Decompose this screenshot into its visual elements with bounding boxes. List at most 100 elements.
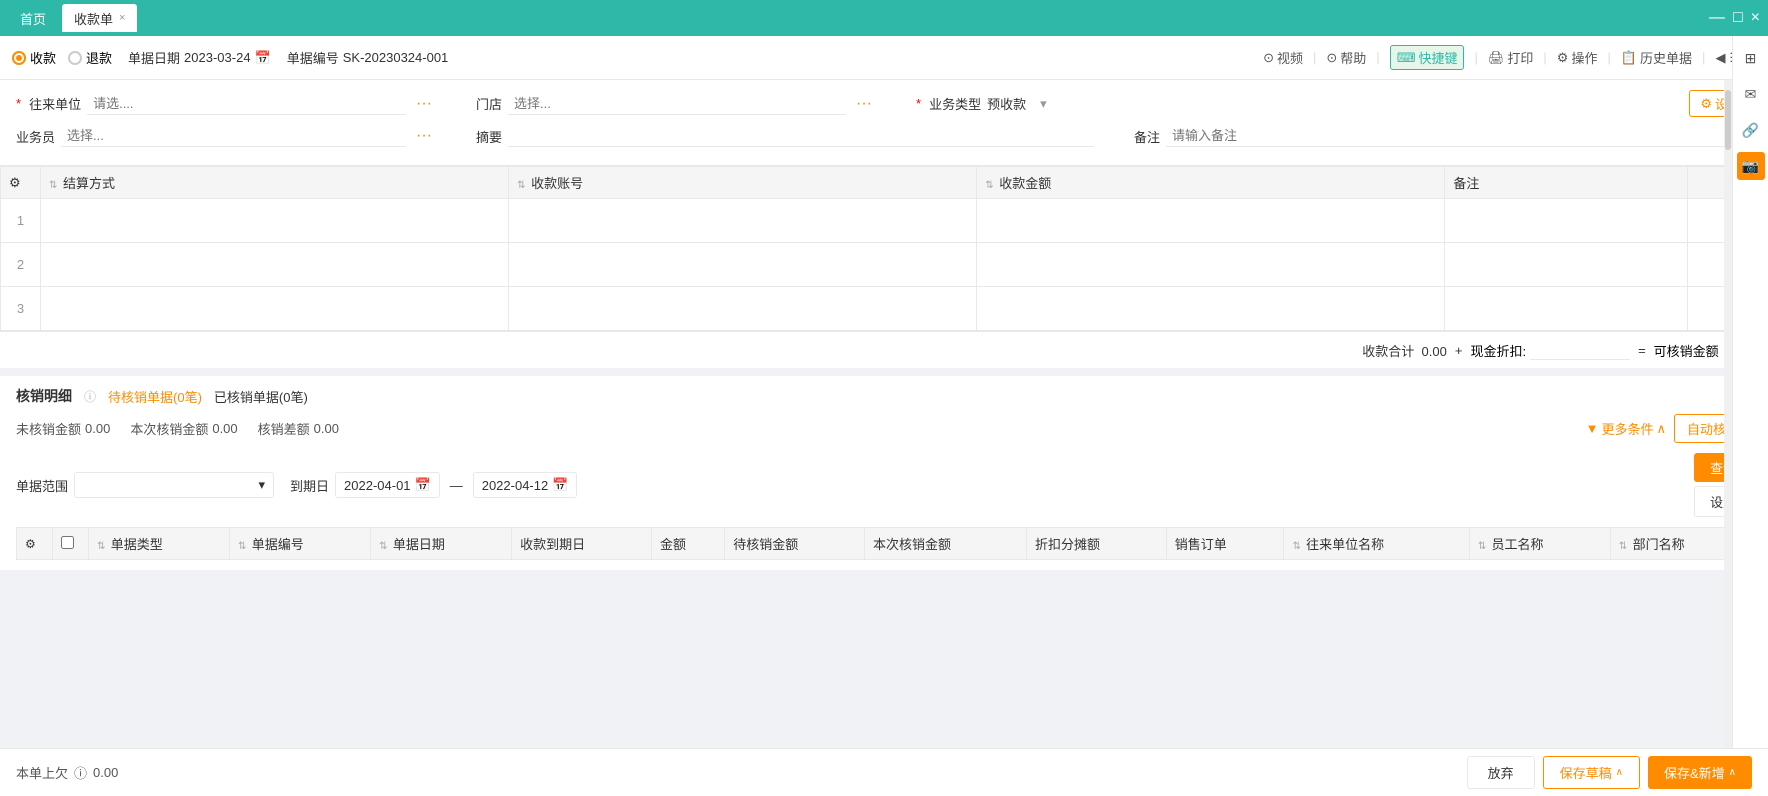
completed-link[interactable]: 已核销单据(0笔) — [214, 387, 308, 406]
history-icon: 📋 — [1621, 50, 1637, 66]
counterpart-field: * 往来单位 ··· — [16, 93, 436, 115]
sort-icon-2[interactable]: ⇅ — [517, 180, 525, 191]
discount-input[interactable] — [1530, 340, 1630, 360]
business-type-dropdown-icon[interactable]: ▾ — [1040, 96, 1047, 112]
sidebar-table-icon[interactable]: ⊞ — [1737, 44, 1765, 72]
row2-settlement[interactable] — [41, 243, 509, 287]
date-from-input[interactable]: 2022-04-01 📅 — [335, 472, 440, 498]
row3-amount[interactable] — [977, 287, 1445, 331]
store-input[interactable] — [508, 93, 846, 115]
refund-radio[interactable]: 退款 — [68, 48, 112, 67]
close-button[interactable]: × — [1751, 9, 1760, 27]
sidebar-camera-icon[interactable]: 📷 — [1737, 152, 1765, 180]
minimize-button[interactable]: — — [1709, 9, 1725, 27]
unchecked-amount-stat: 未核销金额 0.00 — [16, 419, 110, 438]
save-draft-button[interactable]: 保存草稿 ∧ — [1543, 756, 1640, 789]
salesperson-input[interactable] — [61, 125, 406, 147]
writeoff-header: 核销明细 ⓘ 待核销单据(0笔) 已核销单据(0笔) — [16, 386, 1752, 406]
salesperson-more-button[interactable]: ··· — [412, 127, 436, 145]
maximize-button[interactable]: □ — [1733, 9, 1743, 27]
document-number-value[interactable]: SK-20230324-001 — [343, 50, 449, 65]
shortcut-action[interactable]: ⌨ 快捷键 — [1390, 45, 1465, 70]
amount-th: 金额 — [651, 528, 724, 560]
sidebar-email-icon[interactable]: ✉ — [1737, 80, 1765, 108]
document-date-field: 单据日期 2023-03-24 📅 — [128, 48, 271, 67]
diff-amount-stat: 核销差额 0.00 — [258, 419, 339, 438]
date-to-input[interactable]: 2022-04-12 📅 — [473, 472, 578, 498]
pending-link[interactable]: 待核销单据(0笔) — [108, 387, 202, 406]
divider2: | — [1376, 50, 1379, 65]
save-new-button[interactable]: 保存&新增 ∧ — [1648, 756, 1752, 789]
more-conditions-button[interactable]: ▼ 更多条件 ∧ — [1586, 419, 1666, 438]
sort-employee[interactable]: ⇅ — [1478, 541, 1486, 552]
row3-account[interactable] — [509, 287, 977, 331]
document-date-value[interactable]: 2023-03-24 — [184, 50, 251, 65]
help-action[interactable]: ⊙ 帮助 — [1326, 48, 1366, 67]
row1-amount[interactable] — [977, 199, 1445, 243]
total-label: 收款合计 0.00 — [1362, 341, 1447, 360]
tab-active-label: 收款单 — [74, 9, 113, 28]
receipt-radio[interactable]: 收款 — [12, 48, 56, 67]
checkbox-th[interactable] — [53, 528, 89, 560]
notes-header: 备注 — [1445, 167, 1688, 199]
tab-close-icon[interactable]: × — [119, 12, 125, 24]
video-action[interactable]: ⊙ 视频 — [1263, 48, 1303, 67]
scrollbar[interactable] — [1724, 80, 1732, 748]
tab-home[interactable]: 首页 — [8, 4, 58, 32]
sort-doc-type[interactable]: ⇅ — [97, 541, 105, 552]
writeoff-section: 核销明细 ⓘ 待核销单据(0笔) 已核销单据(0笔) 未核销金额 0.00 本次… — [0, 376, 1768, 570]
amount-col-label: 金额 — [660, 537, 686, 552]
due-date-field: 到期日 2022-04-01 📅 — 2022-04-12 📅 — [290, 472, 577, 498]
notes-input[interactable] — [1166, 125, 1752, 147]
operate-action[interactable]: ⚙ 操作 — [1557, 48, 1598, 67]
counterpart-more-button[interactable]: ··· — [412, 95, 436, 113]
row2-amount[interactable] — [977, 243, 1445, 287]
pending-amount-label: 待核销金额 — [733, 537, 798, 552]
sort-dept[interactable]: ⇅ — [1619, 541, 1627, 552]
sidebar-link-icon[interactable]: 🔗 — [1737, 116, 1765, 144]
counterpart-input[interactable] — [87, 93, 406, 115]
employee-th: ⇅ 员工名称 — [1469, 528, 1610, 560]
doc-date-label: 单据日期 — [393, 537, 445, 552]
sort-doc-number[interactable]: ⇅ — [238, 541, 246, 552]
sort-counterpart[interactable]: ⇅ — [1292, 541, 1300, 552]
select-all-checkbox[interactable] — [61, 536, 74, 549]
summary-input[interactable] — [508, 125, 1094, 147]
refund-radio-label: 退款 — [86, 48, 112, 67]
row1-settlement[interactable] — [41, 199, 509, 243]
right-sidebar: ⊞ ✉ 🔗 📷 — [1732, 36, 1768, 748]
scrollbar-thumb[interactable] — [1725, 90, 1731, 150]
row2-notes[interactable] — [1445, 243, 1688, 287]
row2-account[interactable] — [509, 243, 977, 287]
table-gear-header[interactable]: ⚙ — [1, 167, 41, 199]
counterpart-col-label: 往来单位名称 — [1306, 537, 1384, 552]
more-conditions-label: 更多条件 — [1601, 419, 1653, 438]
sort-icon-3[interactable]: ⇅ — [985, 180, 993, 191]
business-type-value[interactable]: 预收款 — [987, 94, 1026, 113]
store-more-button[interactable]: ··· — [852, 95, 876, 113]
sort-doc-date[interactable]: ⇅ — [379, 541, 387, 552]
history-action[interactable]: 📋 历史单据 — [1621, 48, 1692, 67]
tab-active[interactable]: 收款单 × — [62, 4, 137, 32]
save-new-label: 保存&新增 — [1664, 763, 1725, 782]
row1-account[interactable] — [509, 199, 977, 243]
row1-notes[interactable] — [1445, 199, 1688, 243]
info-icon[interactable]: ⓘ — [74, 763, 87, 782]
operate-icon: ⚙ — [1557, 50, 1569, 66]
calendar-icon[interactable]: 📅 — [255, 50, 271, 66]
row3-settlement[interactable] — [41, 287, 509, 331]
divider6: | — [1702, 50, 1705, 65]
row3-notes[interactable] — [1445, 287, 1688, 331]
print-action[interactable]: 🖨 打印 — [1488, 48, 1534, 67]
counterpart-required: * — [16, 96, 21, 111]
sort-icon[interactable]: ⇅ — [49, 180, 57, 191]
prev-layout-button[interactable]: ◀ — [1715, 50, 1725, 66]
discard-button[interactable]: 放弃 — [1467, 756, 1535, 789]
range-select[interactable]: ▾ — [74, 472, 274, 498]
writeoff-stats: 未核销金额 0.00 本次核销金额 0.00 核销差额 0.00 ▼ 更多条件 … — [16, 414, 1752, 443]
plus-sign: + — [1455, 343, 1463, 358]
gear-th[interactable]: ⚙ — [17, 528, 53, 560]
print-icon: 🖨 — [1488, 50, 1505, 66]
writeoff-info-icon[interactable]: ⓘ — [84, 388, 96, 405]
total-value: 0.00 — [1422, 344, 1447, 359]
